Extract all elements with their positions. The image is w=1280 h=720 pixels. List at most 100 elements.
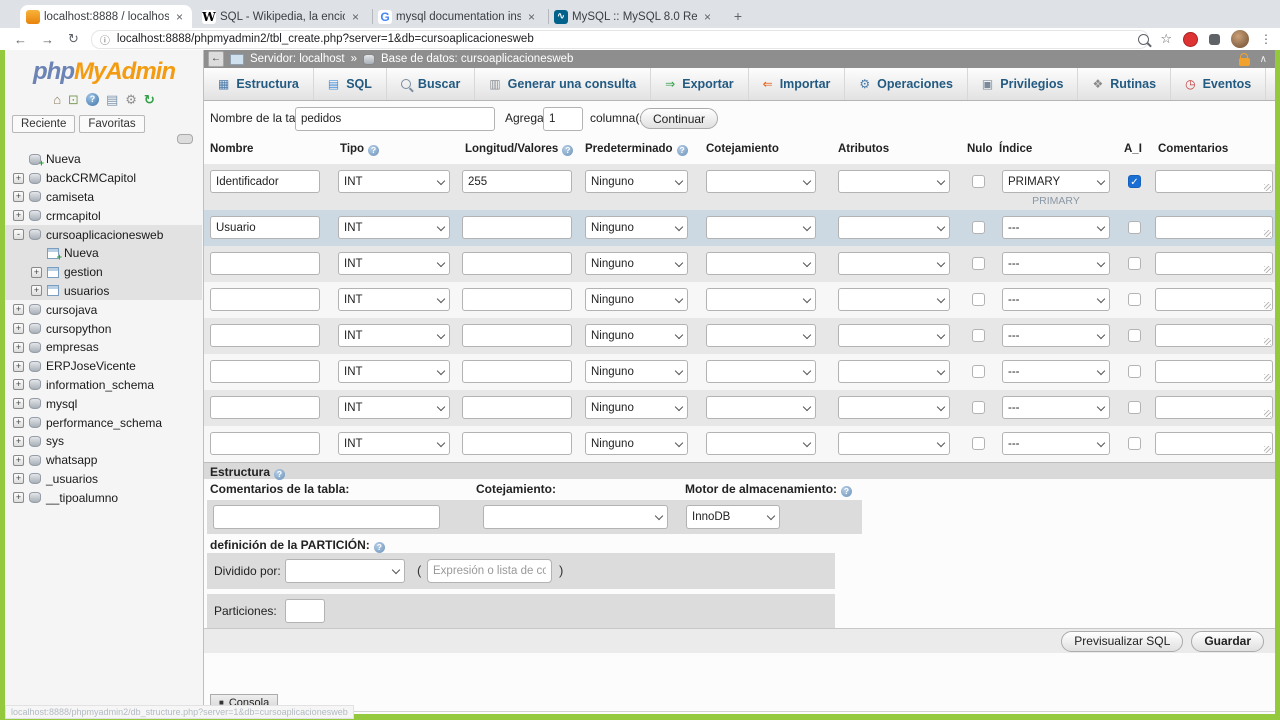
column-comments-textarea[interactable] [1155, 360, 1273, 383]
column-length-input[interactable] [462, 216, 572, 239]
column-index-select[interactable]: --- [1002, 252, 1110, 275]
settings-gear-icon[interactable]: ⚙ [125, 92, 137, 107]
tab-close-icon[interactable]: × [701, 10, 714, 24]
column-attributes-select[interactable] [838, 170, 950, 193]
column-comments-textarea[interactable] [1155, 432, 1273, 455]
tree-node-label[interactable]: sys [46, 434, 64, 448]
column-type-select[interactable]: INT [338, 252, 450, 275]
tree-expand-toggle[interactable]: + [13, 360, 24, 372]
column-index-select[interactable]: --- [1002, 324, 1110, 347]
tree-node-label[interactable]: gestion [64, 265, 103, 279]
tree-node-label[interactable]: usuarios [64, 284, 109, 298]
column-default-select[interactable]: Ninguno [585, 170, 688, 193]
column-type-select[interactable]: INT [338, 288, 450, 311]
reload-icon[interactable]: ↻ [68, 31, 79, 47]
column-type-select[interactable]: INT [338, 170, 450, 193]
tab-eventos[interactable]: ◷ Eventos [1171, 68, 1267, 100]
tab-sql[interactable]: ▤ SQL [314, 68, 387, 100]
tab-close-icon[interactable]: × [173, 10, 186, 24]
column-autoincrement-checkbox[interactable] [1128, 437, 1141, 450]
column-comments-textarea[interactable] [1155, 170, 1273, 193]
new-tab-button[interactable]: + [728, 6, 748, 26]
column-length-input[interactable] [462, 252, 572, 275]
tree-expand-toggle[interactable]: + [13, 398, 24, 410]
tree-node-label[interactable]: ERPJoseVicente [46, 359, 136, 373]
column-collation-select[interactable] [706, 324, 816, 347]
sidebar-tree-item[interactable]: Nueva [5, 150, 202, 169]
sidebar-tree-item[interactable]: + camiseta [5, 188, 202, 207]
browser-tab-google[interactable]: G mysql documentation insert - × [372, 5, 544, 28]
column-collation-select[interactable] [706, 432, 816, 455]
help-icon[interactable] [368, 145, 380, 156]
sidebar-tree-item[interactable]: + gestion [5, 262, 202, 282]
column-name-input[interactable] [210, 170, 320, 193]
tree-node-label[interactable]: Nueva [64, 246, 99, 260]
tree-node-label[interactable]: Nueva [46, 152, 81, 166]
column-autoincrement-checkbox[interactable] [1128, 221, 1141, 234]
column-attributes-select[interactable] [838, 324, 950, 347]
column-length-input[interactable] [462, 360, 572, 383]
column-default-select[interactable]: Ninguno [585, 324, 688, 347]
sidebar-tree-item[interactable]: + cursojava [5, 300, 202, 319]
tab-exportar[interactable]: ⇒ Exportar [651, 68, 749, 100]
partition-expression-input[interactable] [427, 559, 552, 583]
column-name-input[interactable] [210, 252, 320, 275]
tree-node-label[interactable]: mysql [46, 397, 77, 411]
tree-expand-toggle[interactable]: + [13, 210, 24, 222]
tab-estructura[interactable]: ▦ Estructura [204, 68, 314, 100]
tab-rutinas[interactable]: ❖ Rutinas [1078, 68, 1172, 100]
column-collation-select[interactable] [706, 396, 816, 419]
column-autoincrement-checkbox[interactable] [1128, 365, 1141, 378]
column-default-select[interactable]: Ninguno [585, 216, 688, 239]
column-autoincrement-checkbox[interactable] [1128, 293, 1141, 306]
adblock-extension-icon[interactable] [1183, 31, 1198, 47]
column-null-checkbox[interactable] [972, 437, 985, 450]
tree-expand-toggle[interactable]: + [13, 454, 24, 466]
breadcrumb-database-link[interactable]: Base de datos: cursoaplicacionesweb [381, 53, 573, 65]
column-attributes-select[interactable] [838, 396, 950, 419]
column-length-input[interactable] [462, 170, 572, 193]
sidebar-tree-item[interactable]: + crmcapitol [5, 206, 202, 225]
browser-tab-localhost[interactable]: localhost:8888 / localhost / cu × [20, 5, 192, 28]
tree-node-label[interactable]: _usuarios [46, 472, 98, 486]
column-comments-textarea[interactable] [1155, 324, 1273, 347]
column-null-checkbox[interactable] [972, 257, 985, 270]
tab-importar[interactable]: ⇐ Importar [749, 68, 846, 100]
column-null-checkbox[interactable] [972, 175, 985, 188]
tree-node-label[interactable]: camiseta [46, 190, 94, 204]
column-null-checkbox[interactable] [972, 329, 985, 342]
column-name-input[interactable] [210, 288, 320, 311]
sidebar-tree-item[interactable]: Nueva [5, 243, 202, 263]
column-length-input[interactable] [462, 324, 572, 347]
tab-buscar[interactable]: Buscar [387, 68, 476, 100]
breadcrumb-server-link[interactable]: Servidor: localhost [250, 53, 345, 65]
tree-expand-toggle[interactable]: + [13, 304, 24, 316]
tab-favoritas[interactable]: Favoritas [79, 115, 145, 133]
column-attributes-select[interactable] [838, 432, 950, 455]
table-collation-select[interactable] [483, 505, 668, 529]
column-null-checkbox[interactable] [972, 365, 985, 378]
logout-icon[interactable]: ⊡ [68, 92, 79, 107]
column-attributes-select[interactable] [838, 216, 950, 239]
column-null-checkbox[interactable] [972, 221, 985, 234]
column-autoincrement-checkbox[interactable] [1128, 401, 1141, 414]
column-attributes-select[interactable] [838, 252, 950, 275]
documentation-icon[interactable]: ▤ [106, 92, 118, 107]
column-null-checkbox[interactable] [972, 401, 985, 414]
bookmark-star-icon[interactable]: ☆ [1160, 31, 1172, 47]
tree-expand-toggle[interactable]: + [13, 172, 24, 184]
tab-privilegios[interactable]: ▣ Privilegios [968, 68, 1079, 100]
browser-tab-wikipedia[interactable]: W SQL - Wikipedia, la enciclope × [196, 5, 368, 28]
column-collation-select[interactable] [706, 170, 816, 193]
sidebar-tree-item[interactable]: + performance_schema [5, 413, 202, 432]
page-info-icon[interactable]: ⓘ [100, 32, 110, 47]
extensions-puzzle-icon[interactable] [1209, 33, 1220, 45]
column-index-select[interactable]: --- [1002, 216, 1110, 239]
home-icon[interactable]: ⌂ [53, 92, 61, 107]
tab-close-icon[interactable]: × [349, 10, 362, 24]
sidebar-tree-item[interactable]: + _usuarios [5, 470, 202, 489]
column-attributes-select[interactable] [838, 288, 950, 311]
tree-node-label[interactable]: whatsapp [46, 453, 97, 467]
column-autoincrement-checkbox[interactable] [1128, 175, 1141, 188]
column-index-select[interactable]: --- [1002, 288, 1110, 311]
